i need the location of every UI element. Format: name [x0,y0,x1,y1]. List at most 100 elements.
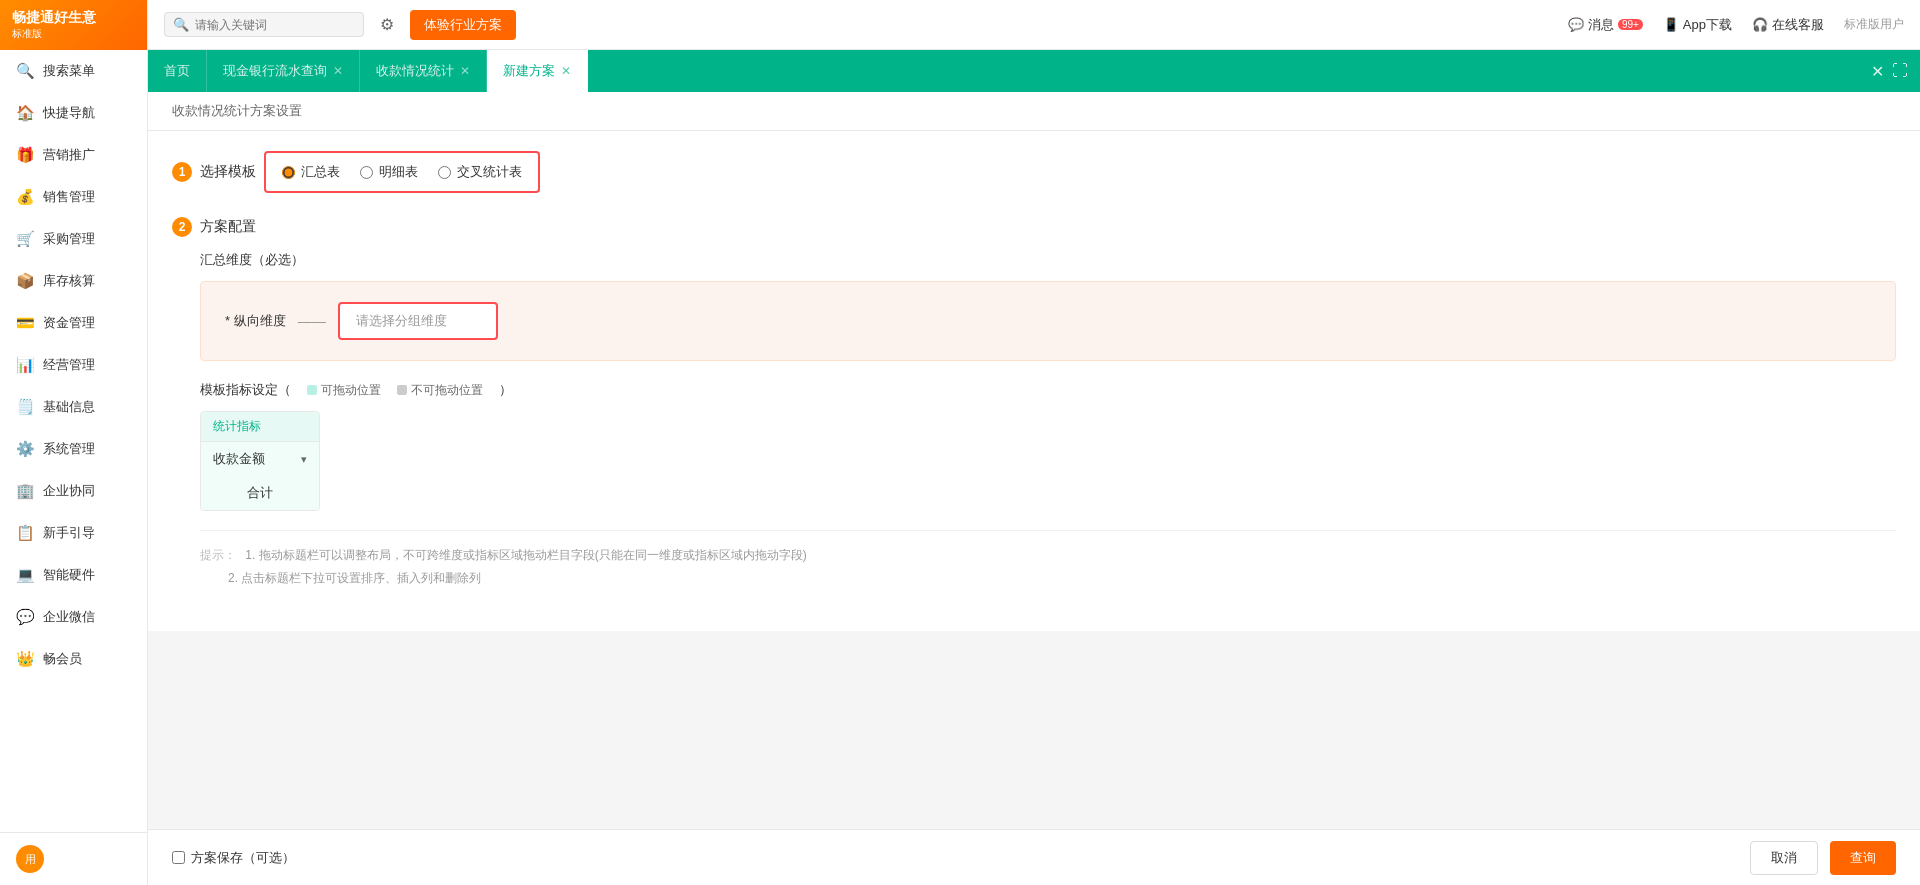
cancel-button[interactable]: 取消 [1750,841,1818,875]
radio-detail-input[interactable] [360,166,373,179]
app-download-item[interactable]: 📱 App下载 [1663,16,1732,34]
metrics-title: 统计指标 [201,412,319,442]
message-icon: 💬 [1568,17,1584,32]
sidebar-item-label: 新手引导 [43,524,95,542]
search-box[interactable]: 🔍 [164,12,364,37]
sidebar-item-label: 销售管理 [43,188,95,206]
sidebar-item-label: 系统管理 [43,440,95,458]
search-input[interactable] [195,18,355,32]
sidebar-item-label: 采购管理 [43,230,95,248]
radio-cross-input[interactable] [438,166,451,179]
draggable-label: 可拖动位置 [321,382,381,399]
sidebar-item-base-info[interactable]: 🗒️ 基础信息 [0,386,147,428]
sidebar-item-guide[interactable]: 📋 新手引导 [0,512,147,554]
dimension-area: * 纵向维度 —— 请选择分组维度 [200,281,1896,361]
dimension-select[interactable]: 请选择分组维度 [338,302,498,340]
tab-home-label: 首页 [164,62,190,80]
tab-home[interactable]: 首页 [148,50,207,92]
sidebar-item-operation[interactable]: 📊 经营管理 [0,344,147,386]
gear-icon[interactable]: ⚙ [380,15,394,34]
tab-bank-flow-close[interactable]: ✕ [333,64,343,78]
sidebar-item-label: 经营管理 [43,356,95,374]
search-icon: 🔍 [173,17,189,32]
tabbar: 首页 现金银行流水查询 ✕ 收款情况统计 ✕ 新建方案 ✕ ✕ ⛶ [148,50,1920,92]
service-item[interactable]: 🎧 在线客服 [1752,16,1824,34]
radio-summary-input[interactable] [282,166,295,179]
hardware-icon: 💻 [16,566,35,584]
download-icon: 📱 [1663,17,1679,32]
sidebar-item-wechat[interactable]: 💬 企业微信 [0,596,147,638]
close-tab-btn[interactable]: ✕ [1871,62,1884,81]
tip-item-2: 2. 点击标题栏下拉可设置排序、插入列和删除列 [228,571,481,585]
sidebar-item-label: 智能硬件 [43,566,95,584]
sidebar-item-label: 资金管理 [43,314,95,332]
logo-name: 畅捷通好生意 [12,9,96,26]
sidebar-bottom: 用 [0,832,147,885]
save-option[interactable]: 方案保存（可选） [172,849,295,867]
sidebar-item-label: 基础信息 [43,398,95,416]
sidebar-logo: 畅捷通好生意 标准版 [0,0,147,50]
draggable-indicator: 可拖动位置 [307,382,381,399]
tab-collection-stats-close[interactable]: ✕ [460,64,470,78]
purchase-icon: 🛒 [16,230,35,248]
template-selection: 汇总表 明细表 交叉统计表 [264,151,540,193]
sidebar-item-member[interactable]: 👑 畅会员 [0,638,147,680]
sidebar-item-marketing[interactable]: 🎁 营销推广 [0,134,147,176]
download-label: App下载 [1683,16,1732,34]
tab-collection-stats-label: 收款情况统计 [376,62,454,80]
radio-cross[interactable]: 交叉统计表 [438,163,522,181]
sidebar-item-purchase[interactable]: 🛒 采购管理 [0,218,147,260]
sidebar-item-quick-nav[interactable]: 🏠 快捷导航 [0,92,147,134]
sidebar-item-inventory[interactable]: 📦 库存核算 [0,260,147,302]
radio-summary[interactable]: 汇总表 [282,163,340,181]
metrics-section: 模板指标设定（ 可拖动位置 不可拖动位置 ） [200,381,1896,514]
bottom-bar: 方案保存（可选） 取消 查询 [148,829,1920,885]
maximize-btn[interactable]: ⛶ [1892,62,1908,80]
sidebar-item-search-menu[interactable]: 🔍 搜索菜单 [0,50,147,92]
tab-new-plan-close[interactable]: ✕ [561,64,571,78]
save-checkbox[interactable] [172,851,185,864]
chevron-down-icon: ▾ [301,453,307,466]
member-icon: 👑 [16,650,35,668]
operation-icon: 📊 [16,356,35,374]
no-drag-label: 不可拖动位置 [411,382,483,399]
industry-btn[interactable]: 体验行业方案 [410,10,516,40]
tabbar-actions: ✕ ⛶ [1859,50,1920,92]
breadcrumb: 收款情况统计方案设置 [148,92,1920,131]
dimension-arrow: —— [298,313,326,329]
tab-new-plan[interactable]: 新建方案 ✕ [487,50,588,92]
tab-collection-stats[interactable]: 收款情况统计 ✕ [360,50,487,92]
step1-title: 选择模板 [200,163,256,181]
step2-title: 方案配置 [200,218,256,236]
logo-sub: 标准版 [12,27,96,41]
quick-nav-icon: 🏠 [16,104,35,122]
guide-icon: 📋 [16,524,35,542]
sidebar-item-capital[interactable]: 💳 资金管理 [0,302,147,344]
sidebar-item-sales[interactable]: 💰 销售管理 [0,176,147,218]
tip-label: 提示： [200,548,236,562]
service-icon: 🎧 [1752,17,1768,32]
marketing-icon: 🎁 [16,146,35,164]
notification-item[interactable]: 💬 消息 99+ [1568,16,1643,34]
sidebar-item-hardware[interactable]: 💻 智能硬件 [0,554,147,596]
metrics-item-collection[interactable]: 收款金额 ▾ [201,442,319,476]
sales-icon: 💰 [16,188,35,206]
metrics-item-label: 收款金额 [213,450,265,468]
query-button[interactable]: 查询 [1830,841,1896,875]
service-label: 在线客服 [1772,16,1824,34]
notification-badge: 99+ [1618,19,1643,30]
radio-summary-label: 汇总表 [301,163,340,181]
template-radio-group: 汇总表 明细表 交叉统计表 [282,163,522,181]
drag-dot [307,385,317,395]
tab-bank-flow[interactable]: 现金银行流水查询 ✕ [207,50,360,92]
notification-label: 消息 [1588,16,1614,34]
metrics-item-total: 合计 [201,476,319,510]
tab-new-plan-label: 新建方案 [503,62,555,80]
wechat-icon: 💬 [16,608,35,626]
sidebar-item-corp[interactable]: 🏢 企业协同 [0,470,147,512]
bottom-actions: 取消 查询 [1750,841,1896,875]
avatar: 用 [16,845,44,873]
radio-detail[interactable]: 明细表 [360,163,418,181]
corp-icon: 🏢 [16,482,35,500]
sidebar-item-system[interactable]: ⚙️ 系统管理 [0,428,147,470]
